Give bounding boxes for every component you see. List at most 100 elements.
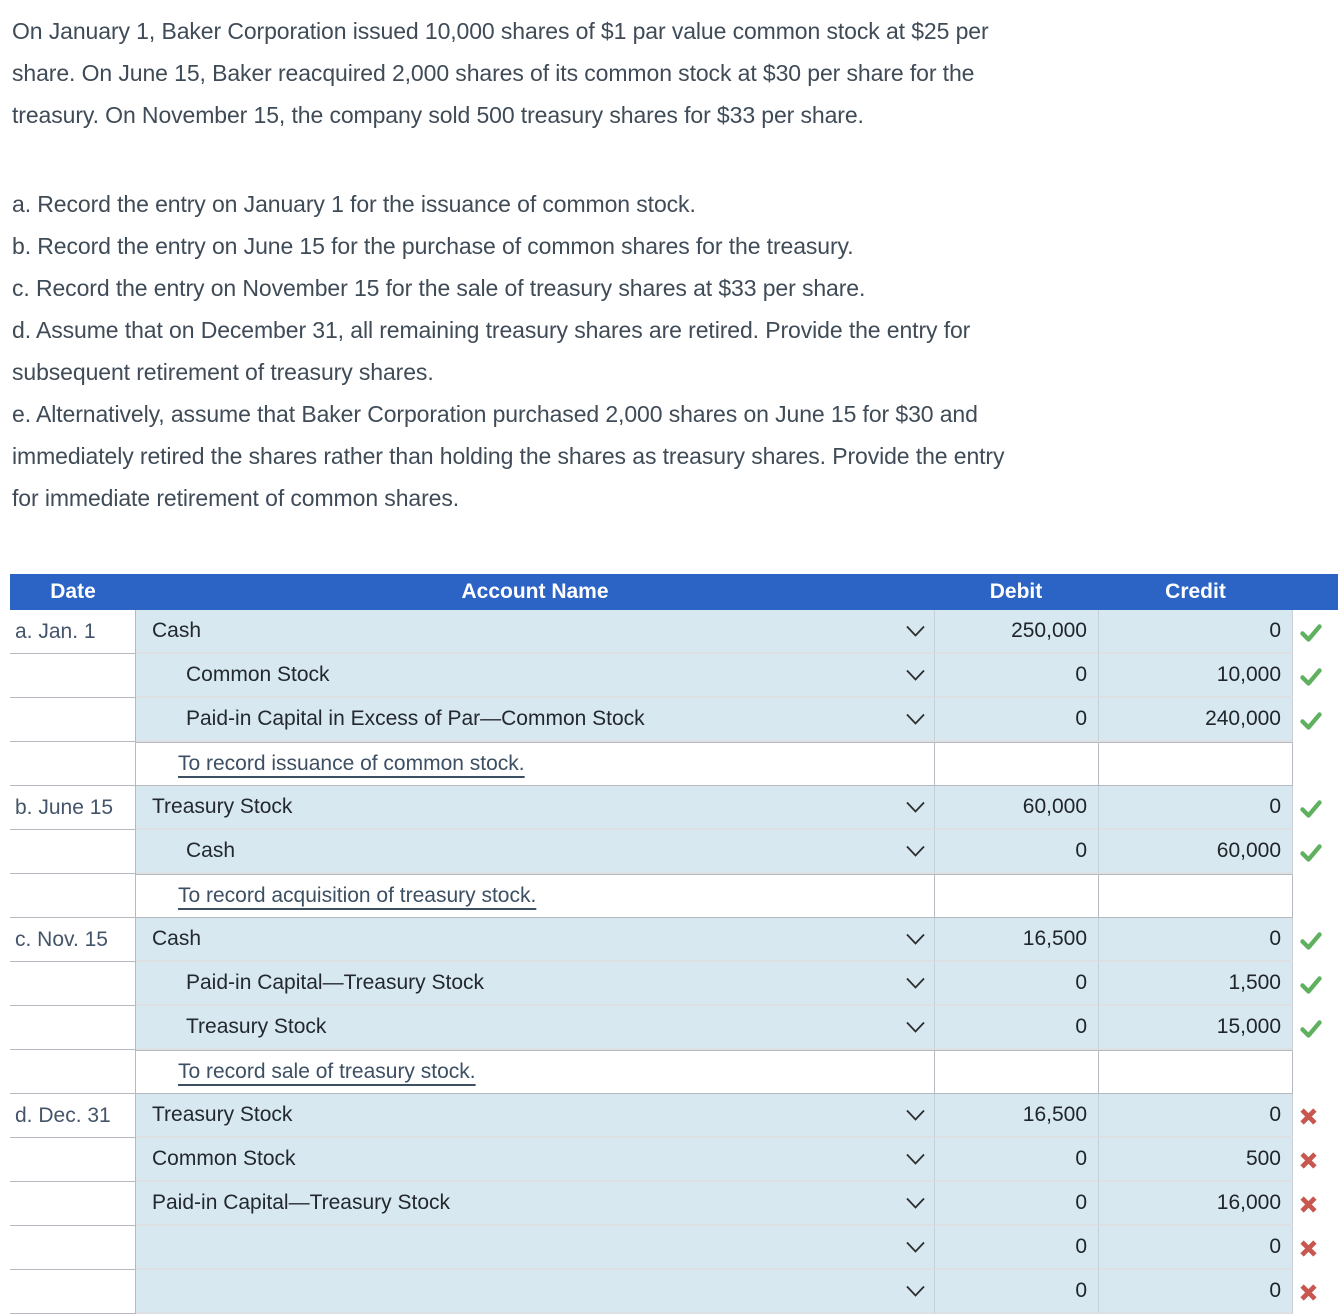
table-row: Paid-in Capital—Treasury Stock 0 1,500 — [10, 962, 1338, 1006]
credit-input[interactable]: 60,000 — [1098, 830, 1293, 874]
chevron-down-icon[interactable] — [904, 800, 927, 815]
date-cell — [10, 742, 136, 786]
chevron-down-icon[interactable] — [904, 1284, 927, 1299]
memo-cell[interactable]: To record acquisition of treasury stock. — [136, 874, 934, 918]
correct-check-icon — [1300, 800, 1322, 818]
instruction-line: subsequent retirement of treasury shares… — [12, 359, 434, 385]
account-select[interactable]: Paid-in Capital—Treasury Stock — [136, 1182, 934, 1226]
account-name: Paid-in Capital—Treasury Stock — [152, 1191, 450, 1214]
credit-input[interactable]: 0 — [1098, 1094, 1293, 1138]
chevron-down-icon[interactable] — [904, 1196, 927, 1211]
account-select[interactable] — [136, 1270, 934, 1314]
incorrect-x-icon — [1300, 1283, 1317, 1301]
debit-input[interactable]: 0 — [934, 1226, 1098, 1270]
status-cell — [1293, 1050, 1338, 1094]
chevron-down-icon[interactable] — [904, 932, 927, 947]
credit-input[interactable]: 500 — [1098, 1138, 1293, 1182]
account-name: Treasury Stock — [152, 795, 293, 818]
instruction-line: c. Record the entry on November 15 for t… — [12, 275, 866, 301]
table-row: Treasury Stock 0 15,000 — [10, 1006, 1338, 1050]
credit-cell-empty — [1098, 742, 1293, 786]
status-cell — [1293, 1270, 1338, 1314]
credit-input[interactable]: 10,000 — [1098, 654, 1293, 698]
account-name: Cash — [152, 619, 202, 642]
table-row: b. June 15 Treasury Stock 60,000 0 — [10, 786, 1338, 830]
debit-input[interactable]: 16,500 — [934, 1094, 1098, 1138]
column-header-debit: Debit — [989, 580, 1043, 603]
debit-input[interactable]: 0 — [934, 1006, 1098, 1050]
date-cell — [10, 874, 136, 918]
credit-input[interactable]: 240,000 — [1098, 698, 1293, 742]
account-select[interactable]: Treasury Stock — [136, 1006, 934, 1050]
memo-text: To record issuance of common stock. — [178, 752, 525, 775]
chevron-down-icon[interactable] — [904, 1020, 927, 1035]
date-cell — [10, 1138, 136, 1182]
problem-intro-line: share. On June 15, Baker reacquired 2,00… — [12, 60, 975, 86]
debit-input[interactable]: 16,500 — [934, 918, 1098, 962]
chevron-down-icon[interactable] — [904, 668, 927, 683]
chevron-down-icon[interactable] — [904, 976, 927, 991]
debit-input[interactable]: 60,000 — [934, 786, 1098, 830]
account-select[interactable]: Cash — [136, 610, 934, 654]
debit-input[interactable]: 0 — [934, 962, 1098, 1006]
credit-input[interactable]: 16,000 — [1098, 1182, 1293, 1226]
table-row-memo: To record sale of treasury stock. — [10, 1050, 1338, 1094]
account-select[interactable]: Paid-in Capital in Excess of Par—Common … — [136, 698, 934, 742]
table-row: c. Nov. 15 Cash 16,500 0 — [10, 918, 1338, 962]
debit-cell-empty — [934, 874, 1098, 918]
credit-input[interactable]: 0 — [1098, 786, 1293, 830]
correct-check-icon — [1300, 932, 1322, 950]
credit-input[interactable]: 0 — [1098, 1270, 1293, 1314]
problem-intro: On January 1, Baker Corporation issued 1… — [12, 10, 1338, 136]
status-cell — [1293, 698, 1338, 742]
account-select[interactable]: Treasury Stock — [136, 786, 934, 830]
status-cell — [1293, 1006, 1338, 1050]
debit-input[interactable]: 250,000 — [934, 610, 1098, 654]
debit-input[interactable]: 0 — [934, 698, 1098, 742]
chevron-down-icon[interactable] — [904, 1240, 927, 1255]
status-cell — [1293, 830, 1338, 874]
column-header-account: Account Name — [461, 580, 609, 603]
account-select[interactable]: Treasury Stock — [136, 1094, 934, 1138]
memo-text: To record acquisition of treasury stock. — [178, 884, 537, 907]
account-name: Paid-in Capital—Treasury Stock — [186, 971, 484, 994]
chevron-down-icon[interactable] — [904, 844, 927, 859]
memo-cell[interactable]: To record sale of treasury stock. — [136, 1050, 934, 1094]
credit-input[interactable]: 0 — [1098, 1226, 1293, 1270]
credit-input[interactable]: 15,000 — [1098, 1006, 1293, 1050]
debit-input[interactable]: 0 — [934, 654, 1098, 698]
problem-statement: On January 1, Baker Corporation issued 1… — [0, 0, 1338, 519]
account-name: Paid-in Capital in Excess of Par—Common … — [186, 707, 645, 730]
account-select[interactable]: Common Stock — [136, 1138, 934, 1182]
account-name: Common Stock — [152, 1147, 296, 1170]
table-header-row: Date Account Name Debit Credit — [10, 574, 1338, 610]
chevron-down-icon[interactable] — [904, 712, 927, 727]
date-cell: b. June 15 — [10, 786, 136, 830]
debit-input[interactable]: 0 — [934, 1138, 1098, 1182]
correct-check-icon — [1300, 668, 1322, 686]
debit-input[interactable]: 0 — [934, 1270, 1098, 1314]
debit-input[interactable]: 0 — [934, 830, 1098, 874]
credit-input[interactable]: 0 — [1098, 918, 1293, 962]
problem-instructions: a. Record the entry on January 1 for the… — [12, 183, 1338, 519]
account-select[interactable]: Paid-in Capital—Treasury Stock — [136, 962, 934, 1006]
chevron-down-icon[interactable] — [904, 1108, 927, 1123]
date-cell — [10, 830, 136, 874]
chevron-down-icon[interactable] — [904, 1152, 927, 1167]
correct-check-icon — [1300, 976, 1322, 994]
account-select[interactable]: Cash — [136, 918, 934, 962]
account-select[interactable]: Cash — [136, 830, 934, 874]
debit-input[interactable]: 0 — [934, 1182, 1098, 1226]
date-cell: a. Jan. 1 — [10, 610, 136, 654]
account-select[interactable]: Common Stock — [136, 654, 934, 698]
credit-input[interactable]: 1,500 — [1098, 962, 1293, 1006]
correct-check-icon — [1300, 1020, 1322, 1038]
table-row: 0 0 — [10, 1226, 1338, 1270]
account-select[interactable] — [136, 1226, 934, 1270]
status-cell — [1293, 874, 1338, 918]
chevron-down-icon[interactable] — [904, 624, 927, 639]
credit-input[interactable]: 0 — [1098, 610, 1293, 654]
memo-cell[interactable]: To record issuance of common stock. — [136, 742, 934, 786]
status-cell — [1293, 1226, 1338, 1270]
status-cell — [1293, 962, 1338, 1006]
